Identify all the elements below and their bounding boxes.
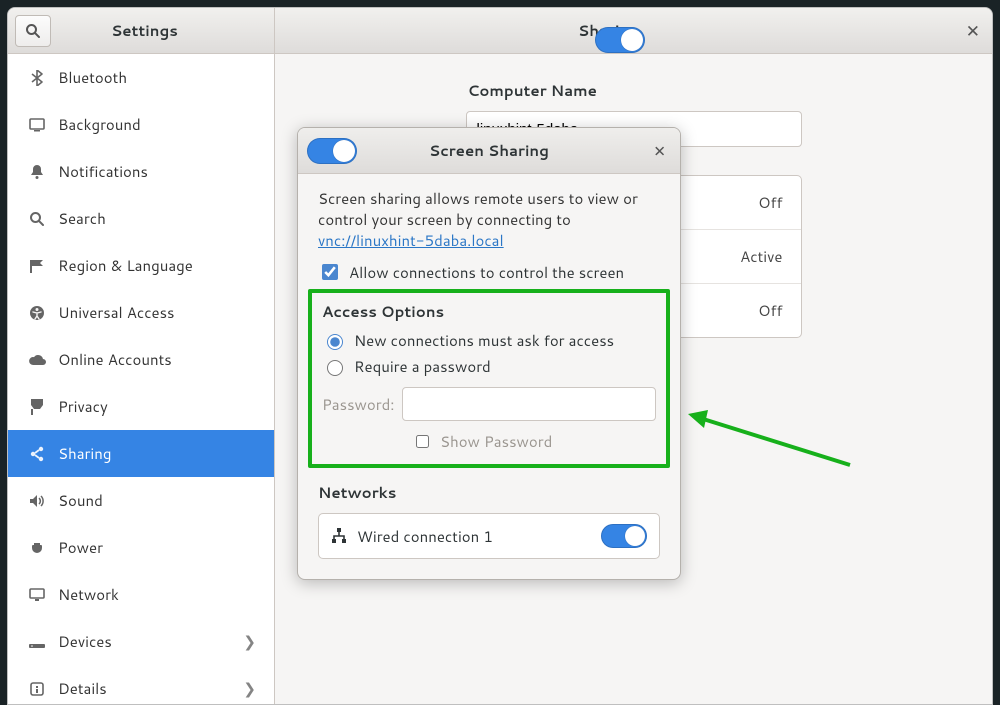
power-icon — [26, 541, 48, 555]
search-icon — [25, 23, 41, 39]
radio-require-password[interactable] — [327, 360, 343, 376]
vnc-link[interactable]: vnc://linuxhint-5daba.local — [318, 230, 504, 251]
settings-title: Settings — [51, 20, 274, 41]
password-label: Password: — [322, 394, 394, 415]
allow-control-checkbox-row[interactable]: Allow connections to control the screen — [318, 261, 660, 283]
notifications-icon — [26, 164, 48, 180]
sidebar-item-sound[interactable]: Sound — [8, 477, 274, 524]
sidebar-item-search[interactable]: Search — [8, 195, 274, 242]
sound-icon — [26, 494, 48, 508]
network-icon — [26, 588, 48, 602]
network-toggle[interactable] — [601, 524, 647, 548]
radio-require-password-row[interactable]: Require a password — [322, 356, 656, 377]
sidebar-item-privacy[interactable]: Privacy — [8, 383, 274, 430]
sidebar-item-universal-access[interactable]: Universal Access — [8, 289, 274, 336]
sharing-master-toggle[interactable] — [595, 27, 645, 53]
network-row: Wired connection 1 — [318, 513, 660, 559]
screen-sharing-dialog: Screen Sharing ✕ Screen sharing allows r… — [297, 127, 681, 580]
cloud-icon — [26, 354, 48, 366]
sidebar-item-notifications[interactable]: Notifications — [8, 148, 274, 195]
sidebar-item-bluetooth[interactable]: Bluetooth — [8, 54, 274, 101]
radio-ask-access-row[interactable]: New connections must ask for access — [322, 330, 656, 351]
allow-control-checkbox[interactable] — [322, 264, 338, 280]
password-input[interactable] — [402, 387, 656, 421]
bluetooth-icon — [26, 70, 48, 86]
sidebar-item-background[interactable]: Background — [8, 101, 274, 148]
chevron-right-icon: ❯ — [243, 631, 256, 652]
sharing-icon — [26, 446, 48, 462]
sidebar-item-network[interactable]: Network — [8, 571, 274, 618]
privacy-icon — [26, 399, 48, 415]
details-icon — [26, 682, 48, 696]
networks-title: Networks — [318, 482, 660, 503]
sidebar-item-sharing[interactable]: Sharing — [8, 430, 274, 477]
dialog-close-button[interactable]: ✕ — [653, 140, 666, 161]
settings-sidebar: Bluetooth Background Notifications Searc… — [8, 54, 275, 704]
sidebar-item-online-accounts[interactable]: Online Accounts — [8, 336, 274, 383]
search-button[interactable] — [15, 15, 51, 47]
region-icon — [26, 259, 48, 273]
computer-name-label: Computer Name — [468, 80, 802, 101]
accessibility-icon — [26, 305, 48, 321]
sidebar-item-power[interactable]: Power — [8, 524, 274, 571]
wired-network-icon — [331, 528, 347, 544]
dialog-description: Screen sharing allows remote users to vi… — [318, 188, 660, 251]
radio-ask-access[interactable] — [327, 334, 343, 350]
show-password-row[interactable]: Show Password — [412, 431, 656, 452]
background-icon — [26, 118, 48, 132]
sidebar-item-details[interactable]: Details ❯ — [8, 665, 274, 704]
screen-sharing-toggle[interactable] — [307, 138, 357, 164]
access-options-title: Access Options — [322, 301, 656, 322]
chevron-right-icon: ❯ — [243, 678, 256, 699]
network-name: Wired connection 1 — [357, 526, 591, 547]
devices-icon — [26, 635, 48, 649]
sidebar-item-region[interactable]: Region & Language — [8, 242, 274, 289]
access-options-highlight: Access Options New connections must ask … — [308, 289, 670, 468]
search-icon — [26, 211, 48, 227]
window-close-button[interactable]: ✕ — [966, 19, 980, 43]
show-password-checkbox[interactable] — [416, 435, 429, 448]
sidebar-item-devices[interactable]: Devices ❯ — [8, 618, 274, 665]
